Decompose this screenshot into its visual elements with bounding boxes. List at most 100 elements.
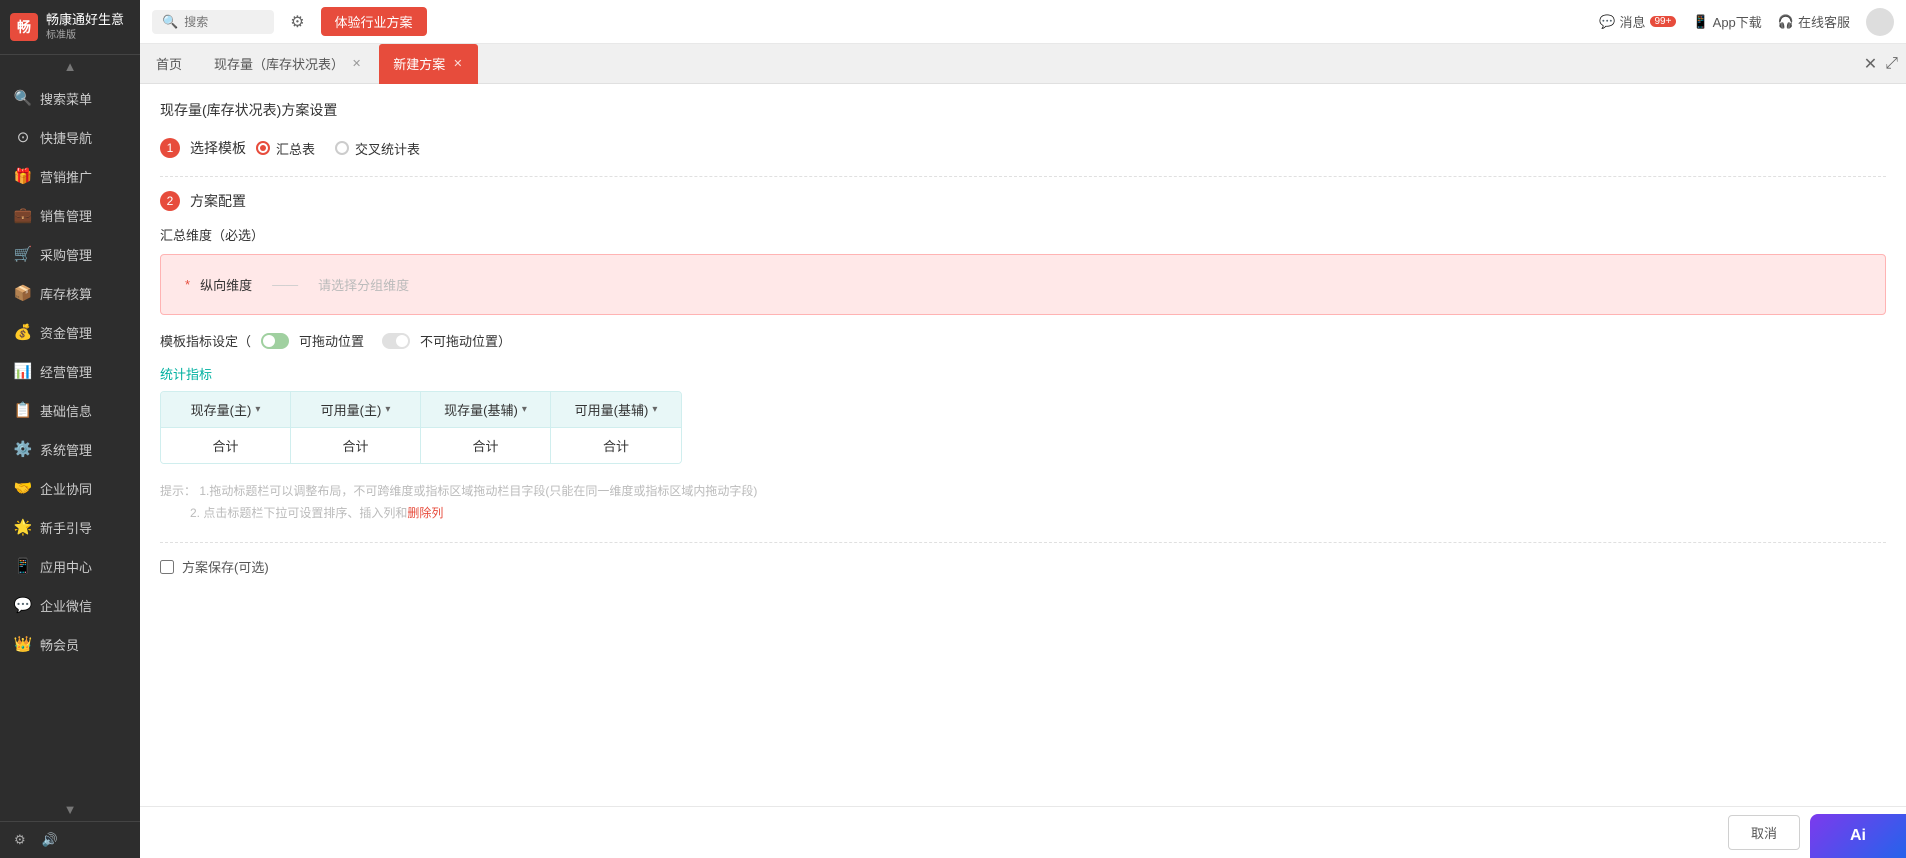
tab-inventory-close[interactable]: ✕	[350, 55, 363, 72]
tab-inventory-status[interactable]: 现存量（库存状况表） ✕	[198, 44, 379, 84]
sidebar-item-label: 销售管理	[40, 206, 92, 225]
sidebar-item-member[interactable]: 👑 畅会员	[0, 625, 140, 664]
sidebar-item-system[interactable]: ⚙️ 系统管理	[0, 430, 140, 469]
search-icon: 🔍	[162, 14, 178, 30]
bottom-bar: 取消 查询	[140, 806, 1906, 858]
cancel-button[interactable]: 取消	[1728, 815, 1800, 850]
step1-badge: 1	[160, 138, 180, 158]
sidebar-item-label: 快捷导航	[40, 128, 92, 147]
speaker-icon[interactable]: 🔊	[42, 832, 58, 848]
sidebar-item-label: 资金管理	[40, 323, 92, 342]
settings-icon[interactable]: ⚙	[14, 832, 26, 848]
pink-warning-block: * 纵向维度 —— 请选择分组维度	[160, 254, 1886, 315]
movable-label: 可拖动位置	[299, 331, 364, 350]
movable-dot	[263, 335, 275, 347]
divider2	[160, 542, 1886, 543]
trial-btn[interactable]: 体验行业方案	[321, 7, 427, 36]
tab-new-plan[interactable]: 新建方案 ✕	[379, 44, 478, 84]
message-btn[interactable]: 💬 消息 99+	[1599, 12, 1676, 31]
headset-icon: 🎧	[1778, 14, 1794, 30]
page-title: 现存量(库存状况表)方案设置	[160, 100, 1886, 120]
ai-button[interactable]: Ai	[1810, 814, 1906, 858]
sidebar-item-label: 系统管理	[40, 440, 92, 459]
sidebar-item-basic[interactable]: 📋 基础信息	[0, 391, 140, 430]
sidebar-item-search[interactable]: 🔍 搜索菜单	[0, 79, 140, 118]
stats-col-3-label: 可用量(基辅)	[575, 400, 649, 419]
save-checkbox[interactable]	[160, 560, 174, 574]
sidebar-scroll-up[interactable]: ▲	[60, 59, 80, 75]
sidebar-item-newbie[interactable]: 🌟 新手引导	[0, 508, 140, 547]
step2-badge: 2	[160, 191, 180, 211]
chevron-down-icon-2: ▾	[522, 404, 527, 415]
save-option: 方案保存(可选)	[160, 557, 1886, 576]
hint-2-text: 2. 点击标题栏下拉可设置排序、插入列和	[160, 506, 407, 520]
sidebar-item-label: 基础信息	[40, 401, 92, 420]
sidebar-item-operation[interactable]: 📊 经营管理	[0, 352, 140, 391]
sidebar-item-finance[interactable]: 💰 资金管理	[0, 313, 140, 352]
tab-home-label: 首页	[156, 54, 182, 73]
app-download-btn[interactable]: 📱 App下载	[1692, 12, 1761, 31]
online-service-label: 在线客服	[1798, 12, 1850, 31]
app-title: 畅康通好生意	[46, 12, 124, 29]
movable-toggle[interactable]	[261, 333, 289, 349]
sidebar-item-app-center[interactable]: 📱 应用中心	[0, 547, 140, 586]
main-area: 🔍 ⚙ 体验行业方案 💬 消息 99+ 📱 App下载 🎧 在线客服 首页	[140, 0, 1906, 858]
stats-col-0-value: 合计	[161, 427, 291, 463]
template-indicator-label: 模板指标设定（	[160, 331, 251, 350]
app-download-label: App下载	[1713, 12, 1762, 31]
message-icon: 💬	[1599, 14, 1615, 30]
tabs-close-icon[interactable]: ✕	[1864, 54, 1877, 74]
save-option-label: 方案保存(可选)	[182, 557, 269, 576]
tabs-expand-icon[interactable]: ⤢	[1885, 55, 1898, 73]
sidebar-item-purchase[interactable]: 🛒 采购管理	[0, 235, 140, 274]
radio-cross[interactable]: 交叉统计表	[335, 139, 420, 158]
stats-col-1-value: 合计	[291, 427, 421, 463]
chevron-down-icon-3: ▾	[652, 404, 657, 415]
chat-icon: 💬	[14, 596, 32, 614]
sidebar-item-label: 搜索菜单	[40, 89, 92, 108]
stats-col-1-header[interactable]: 可用量(主) ▾	[291, 392, 421, 427]
radio-summary-dot	[256, 141, 270, 155]
home-icon: ⊙	[14, 128, 32, 146]
sidebar-item-sales[interactable]: 💼 销售管理	[0, 196, 140, 235]
radio-cross-dot	[335, 141, 349, 155]
content-area: 现存量(库存状况表)方案设置 1 选择模板 汇总表 交叉统计表	[140, 84, 1906, 806]
online-service-btn[interactable]: 🎧 在线客服	[1778, 12, 1850, 31]
sidebar-item-label: 营销推广	[40, 167, 92, 186]
crown-icon: 👑	[14, 635, 32, 653]
tab-home[interactable]: 首页	[140, 44, 198, 84]
required-star: *	[185, 277, 190, 292]
sidebar-item-wechat[interactable]: 💬 企业微信	[0, 586, 140, 625]
app-subtitle: 标准版	[46, 29, 124, 42]
tabs-right: ✕ ⤢	[1864, 54, 1906, 74]
stats-col-2-header[interactable]: 现存量(基辅) ▾	[421, 392, 551, 427]
radio-summary[interactable]: 汇总表	[256, 139, 315, 158]
stats-col-0-label: 现存量(主)	[191, 400, 252, 419]
sidebar-item-label: 新手引导	[40, 518, 92, 537]
avatar[interactable]	[1866, 8, 1894, 36]
step2-title: 方案配置	[190, 191, 246, 211]
tab-new-plan-close[interactable]: ✕	[451, 55, 464, 72]
hint-prefix: 提示： 1.拖动标题栏可以调整布局，不可跨维度或指标区域拖动栏目字段(只能在同一…	[160, 484, 757, 498]
stats-col-3-header[interactable]: 可用量(基辅) ▾	[551, 392, 681, 427]
stats-col-2-label: 现存量(基辅)	[444, 400, 518, 419]
gear-icon: ⚙️	[14, 440, 32, 458]
sidebar-item-marketing[interactable]: 🎁 营销推广	[0, 157, 140, 196]
sidebar-item-quick-nav[interactable]: ⊙ 快捷导航	[0, 118, 140, 157]
page-content: 现存量(库存状况表)方案设置 1 选择模板 汇总表 交叉统计表	[140, 84, 1906, 592]
sidebar-item-inventory[interactable]: 📦 库存核算	[0, 274, 140, 313]
sidebar-scroll-down[interactable]: ▼	[60, 801, 80, 817]
tab-new-plan-label: 新建方案	[393, 54, 445, 73]
non-movable-dot	[396, 335, 408, 347]
dim-placeholder[interactable]: 请选择分组维度	[318, 275, 409, 294]
gear-button[interactable]: ⚙	[282, 8, 312, 36]
search-input[interactable]	[184, 15, 264, 29]
sidebar-logo: 畅 畅康通好生意 标准版	[0, 0, 140, 55]
sidebar-item-enterprise[interactable]: 🤝 企业协同	[0, 469, 140, 508]
radio-summary-label: 汇总表	[276, 139, 315, 158]
sidebar-item-label: 企业协同	[40, 479, 92, 498]
stats-col-0-header[interactable]: 现存量(主) ▾	[161, 392, 291, 427]
sidebar-item-label: 应用中心	[40, 557, 92, 576]
stats-section: 统计指标 现存量(主) ▾ 可用量(主) ▾	[160, 364, 1886, 467]
search-box[interactable]: 🔍	[152, 10, 274, 34]
